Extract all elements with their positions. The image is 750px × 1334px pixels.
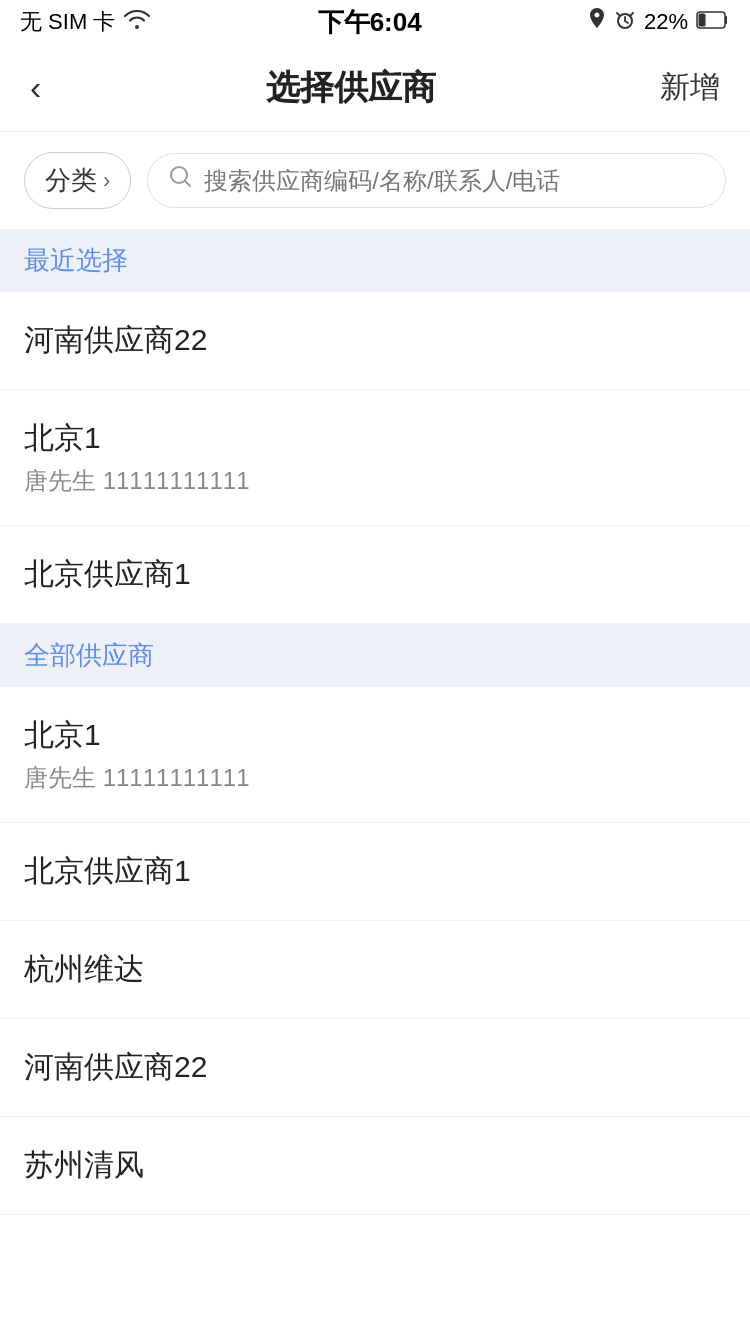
location-icon xyxy=(588,8,606,36)
alarm-icon xyxy=(614,8,636,36)
list-item[interactable]: 北京1 唐先生 11111111111 xyxy=(0,687,750,823)
all-section-header: 全部供应商 xyxy=(0,624,750,687)
search-box xyxy=(147,153,726,208)
chevron-right-icon: › xyxy=(103,168,110,194)
back-button[interactable]: ‹ xyxy=(30,68,41,107)
battery-icon xyxy=(696,9,730,35)
list-item[interactable]: 河南供应商22 xyxy=(0,1019,750,1117)
item-name: 北京1 xyxy=(24,715,726,756)
recent-section-header: 最近选择 xyxy=(0,229,750,292)
battery-label: 22% xyxy=(644,9,688,35)
list-item[interactable]: 苏州清风 xyxy=(0,1117,750,1215)
all-section-label: 全部供应商 xyxy=(24,640,154,670)
time-label: 下午6:04 xyxy=(318,5,422,40)
item-name: 杭州维达 xyxy=(24,949,726,990)
category-label: 分类 xyxy=(45,163,97,198)
category-button[interactable]: 分类 › xyxy=(24,152,131,209)
item-name: 北京供应商1 xyxy=(24,554,726,595)
list-item[interactable]: 杭州维达 xyxy=(0,921,750,1019)
list-item[interactable]: 北京供应商1 xyxy=(0,526,750,624)
list-item[interactable]: 河南供应商22 xyxy=(0,292,750,390)
carrier-label: 无 SIM 卡 xyxy=(20,7,115,37)
wifi-icon xyxy=(123,8,151,36)
list-item[interactable]: 北京供应商1 xyxy=(0,823,750,921)
item-name: 河南供应商22 xyxy=(24,320,726,361)
status-left: 无 SIM 卡 xyxy=(20,7,151,37)
search-icon xyxy=(168,164,194,197)
svg-rect-2 xyxy=(699,14,706,27)
item-detail: 唐先生 11111111111 xyxy=(24,465,726,497)
status-bar: 无 SIM 卡 下午6:04 22% xyxy=(0,0,750,44)
filter-row: 分类 › xyxy=(0,132,750,229)
item-detail: 唐先生 11111111111 xyxy=(24,762,726,794)
recent-section-label: 最近选择 xyxy=(24,245,128,275)
list-item[interactable]: 北京1 唐先生 11111111111 xyxy=(0,390,750,526)
page-title: 选择供应商 xyxy=(266,65,436,111)
status-right: 22% xyxy=(588,8,730,36)
item-name: 北京1 xyxy=(24,418,726,459)
item-name: 河南供应商22 xyxy=(24,1047,726,1088)
all-list: 北京1 唐先生 11111111111 北京供应商1 杭州维达河南供应商22 苏州清风 xyxy=(0,687,750,1215)
nav-bar: ‹ 选择供应商 新增 xyxy=(0,44,750,132)
add-button[interactable]: 新增 xyxy=(660,67,720,108)
search-input[interactable] xyxy=(204,167,705,195)
item-name: 北京供应商1 xyxy=(24,851,726,892)
item-name: 苏州清风 xyxy=(24,1145,726,1186)
recent-list: 河南供应商22 北京1 唐先生 11111111111 北京供应商1 xyxy=(0,292,750,624)
